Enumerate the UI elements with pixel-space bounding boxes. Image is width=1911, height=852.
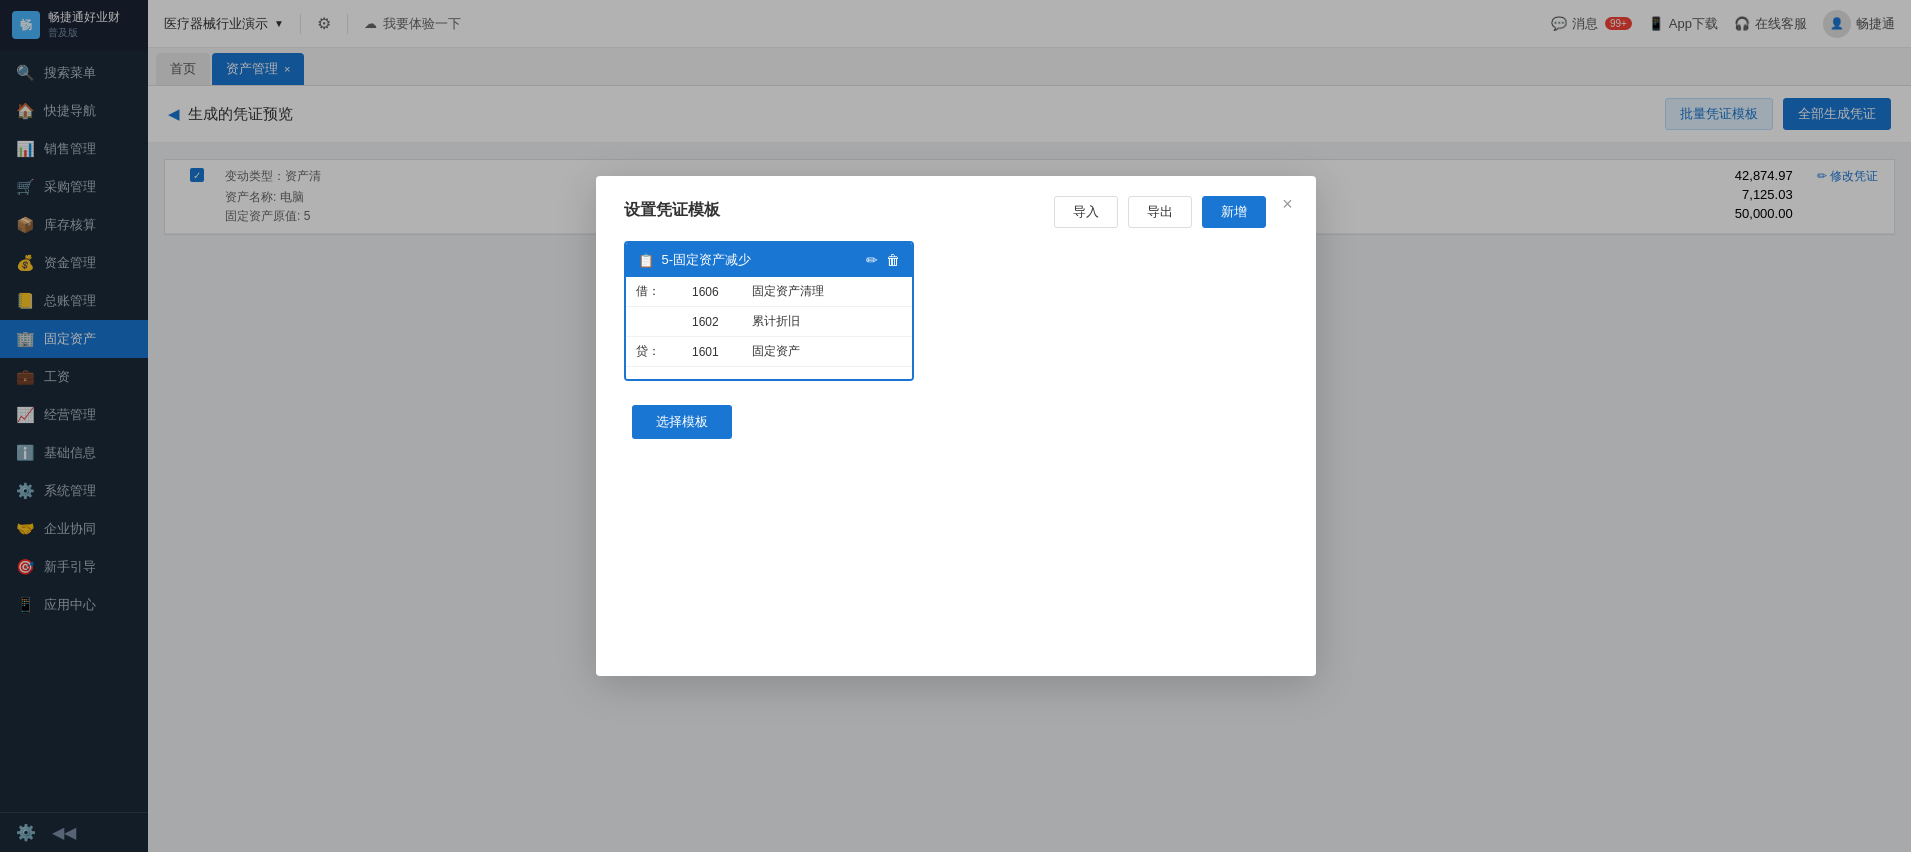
template-row (626, 367, 912, 380)
modal-overlay: 设置凭证模板 导入 导出 新增 × 📋 5-固定资产减少 ✏ 🗑 借：1606 (0, 0, 1911, 852)
template-row: 贷：1601固定资产 (626, 337, 912, 367)
modal-toolbar: 导入 导出 新增 (1054, 196, 1266, 228)
template-delete-icon[interactable]: 🗑 (886, 252, 900, 268)
import-button[interactable]: 导入 (1054, 196, 1118, 228)
template-name: 5-固定资产减少 (662, 251, 752, 269)
modal-dialog: 设置凭证模板 导入 导出 新增 × 📋 5-固定资产减少 ✏ 🗑 借：1606 (596, 176, 1316, 676)
template-file-icon: 📋 (638, 253, 654, 268)
modal-close-icon[interactable]: × (1276, 192, 1300, 216)
template-edit-icon[interactable]: ✏ (866, 252, 878, 268)
template-table: 借：1606固定资产清理1602累计折旧贷：1601固定资产 (626, 277, 912, 379)
template-row: 1602累计折旧 (626, 307, 912, 337)
template-card-header: 📋 5-固定资产减少 ✏ 🗑 (626, 243, 912, 277)
new-button[interactable]: 新增 (1202, 196, 1266, 228)
select-template-button[interactable]: 选择模板 (632, 405, 732, 439)
template-row: 借：1606固定资产清理 (626, 277, 912, 307)
template-card: 📋 5-固定资产减少 ✏ 🗑 借：1606固定资产清理1602累计折旧贷：160… (624, 241, 914, 381)
export-button[interactable]: 导出 (1128, 196, 1192, 228)
